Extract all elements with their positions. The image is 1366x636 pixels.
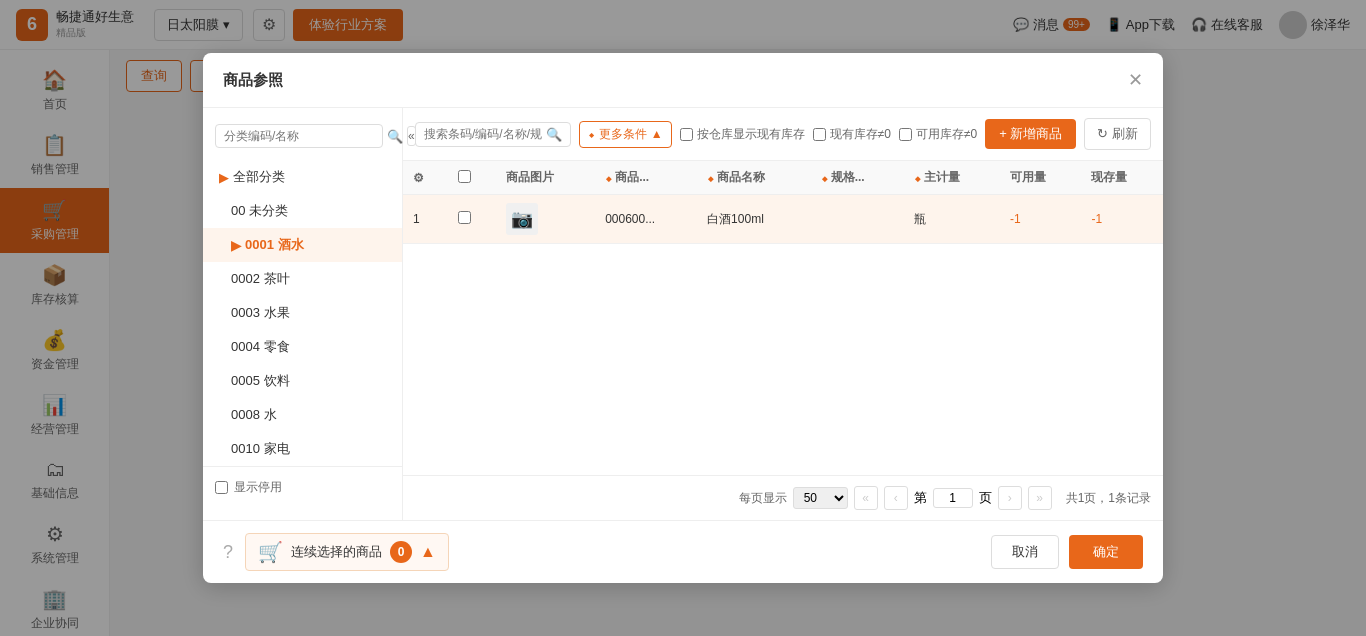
footer-right: 取消 确定 [991,535,1143,569]
row-available: -1 [1000,195,1082,244]
table-row[interactable]: 1 📷 000600... 白酒100ml 瓶 -1 -1 [403,195,1163,244]
page-number-input[interactable] [933,488,973,508]
stock-nonzero-checkbox[interactable] [813,128,826,141]
category-panel: 🔍 « ▶ 全部分类 00 未分类 ▶ 0001 酒水 0002 茶叶 [203,108,403,520]
category-item-0004[interactable]: 0004 零食 [203,330,402,364]
first-page-button[interactable]: « [854,486,878,510]
total-info: 共1页，1条记录 [1066,490,1151,507]
stock-nonzero-label[interactable]: 现有库存≠0 [813,126,891,143]
cart-label: 连续选择的商品 [291,543,382,561]
sort-icon: ⬥ [821,171,828,185]
search-icon: 🔍 [387,129,403,144]
th-stock: 现存量 [1081,161,1163,195]
product-image: 📷 [506,203,538,235]
product-search-input[interactable] [424,127,542,141]
cancel-button[interactable]: 取消 [991,535,1059,569]
sort-icon: ⬥ [605,171,612,185]
page-prefix-label: 第 [914,489,927,507]
modal-title: 商品参照 [223,71,283,90]
modal-header: 商品参照 ✕ [203,53,1163,108]
pagination-row: 每页显示 50 100 « ‹ 第 页 › » 共1页，1条记录 [403,475,1163,520]
th-checkbox [448,161,496,195]
cart-icon: 🛒 [258,540,283,564]
show-disabled-label[interactable]: 显示停用 [215,479,390,496]
category-search-input[interactable] [215,124,383,148]
category-item-00[interactable]: 00 未分类 [203,194,402,228]
refresh-product-button[interactable]: ↻ 刷新 [1084,118,1151,150]
row-index: 1 [403,195,448,244]
product-table: ⚙ 商品图片 ⬥商品... ⬥商品名称 ⬥规格... ⬥主计量 可用量 现存量 [403,161,1163,475]
row-code: 000600... [595,195,697,244]
footer-left: ? 🛒 连续选择的商品 0 ▲ [223,533,449,571]
warehouse-checkbox[interactable] [680,128,693,141]
available-nonzero-checkbox[interactable] [899,128,912,141]
settings-icon: ⚙ [413,171,424,185]
th-spec[interactable]: ⬥规格... [811,161,904,195]
filter-button[interactable]: ⬥ 更多条件 ▲ [579,121,672,148]
th-name[interactable]: ⬥商品名称 [697,161,811,195]
th-available: 可用量 [1000,161,1082,195]
row-stock: -1 [1081,195,1163,244]
select-all-checkbox[interactable] [458,170,471,183]
category-item-0002[interactable]: 0002 茶叶 [203,262,402,296]
available-nonzero-label[interactable]: 可用库存≠0 [899,126,977,143]
row-checkbox [448,195,496,244]
row-image: 📷 [496,195,595,244]
page-size-select[interactable]: 50 100 [793,487,848,509]
product-reference-modal: 商品参照 ✕ 🔍 « ▶ 全部分类 00 未分类 ▶ 0001 酒水 [203,53,1163,583]
expand-icon: ▶ [231,238,241,253]
close-button[interactable]: ✕ [1128,69,1143,91]
expand-icon: ▶ [219,170,229,185]
th-unit[interactable]: ⬥主计量 [904,161,1000,195]
prev-page-button[interactable]: ‹ [884,486,908,510]
sort-icon: ⬥ [914,171,921,185]
category-item-0008[interactable]: 0008 水 [203,398,402,432]
search-icon: 🔍 [546,127,562,142]
cart-count: 0 [390,541,412,563]
warehouse-checkbox-label[interactable]: 按仓库显示现有库存 [680,126,805,143]
row-select-checkbox[interactable] [458,211,471,224]
filter-icon: ⬥ [588,127,595,141]
category-footer: 显示停用 [203,466,402,508]
category-item-0010[interactable]: 0010 家电 [203,432,402,466]
help-icon[interactable]: ? [223,542,233,563]
row-unit: 瓶 [904,195,1000,244]
product-search-box: 🔍 [415,122,571,147]
cart-collapse-button[interactable]: ▲ [420,543,436,561]
category-item-0001[interactable]: ▶ 0001 酒水 [203,228,402,262]
th-code[interactable]: ⬥商品... [595,161,697,195]
row-spec [811,195,904,244]
product-table-element: ⚙ 商品图片 ⬥商品... ⬥商品名称 ⬥规格... ⬥主计量 可用量 现存量 [403,161,1163,244]
product-toolbar: 🔍 ⬥ 更多条件 ▲ 按仓库显示现有库存 现有库存≠0 可用库存≠0 [403,108,1163,161]
next-page-button[interactable]: › [998,486,1022,510]
category-item-0003[interactable]: 0003 水果 [203,296,402,330]
modal-body: 🔍 « ▶ 全部分类 00 未分类 ▶ 0001 酒水 0002 茶叶 [203,108,1163,520]
show-disabled-checkbox[interactable] [215,481,228,494]
page-size-label: 每页显示 [739,490,787,507]
modal-footer: ? 🛒 连续选择的商品 0 ▲ 取消 确定 [203,520,1163,583]
th-image: 商品图片 [496,161,595,195]
category-item-all[interactable]: ▶ 全部分类 [203,160,402,194]
chevron-up-icon: ▲ [651,127,663,141]
sort-icon: ⬥ [707,171,714,185]
cart-area: 🛒 连续选择的商品 0 ▲ [245,533,449,571]
th-settings: ⚙ [403,161,448,195]
page-suffix-label: 页 [979,489,992,507]
row-name: 白酒100ml [697,195,811,244]
category-list: ▶ 全部分类 00 未分类 ▶ 0001 酒水 0002 茶叶 0003 水果 [203,160,402,466]
category-search-area: 🔍 « [203,120,402,152]
last-page-button[interactable]: » [1028,486,1052,510]
add-product-button[interactable]: + 新增商品 [985,119,1076,149]
category-item-0005[interactable]: 0005 饮料 [203,364,402,398]
product-panel: 🔍 ⬥ 更多条件 ▲ 按仓库显示现有库存 现有库存≠0 可用库存≠0 [403,108,1163,520]
confirm-button[interactable]: 确定 [1069,535,1143,569]
table-header-row: ⚙ 商品图片 ⬥商品... ⬥商品名称 ⬥规格... ⬥主计量 可用量 现存量 [403,161,1163,195]
